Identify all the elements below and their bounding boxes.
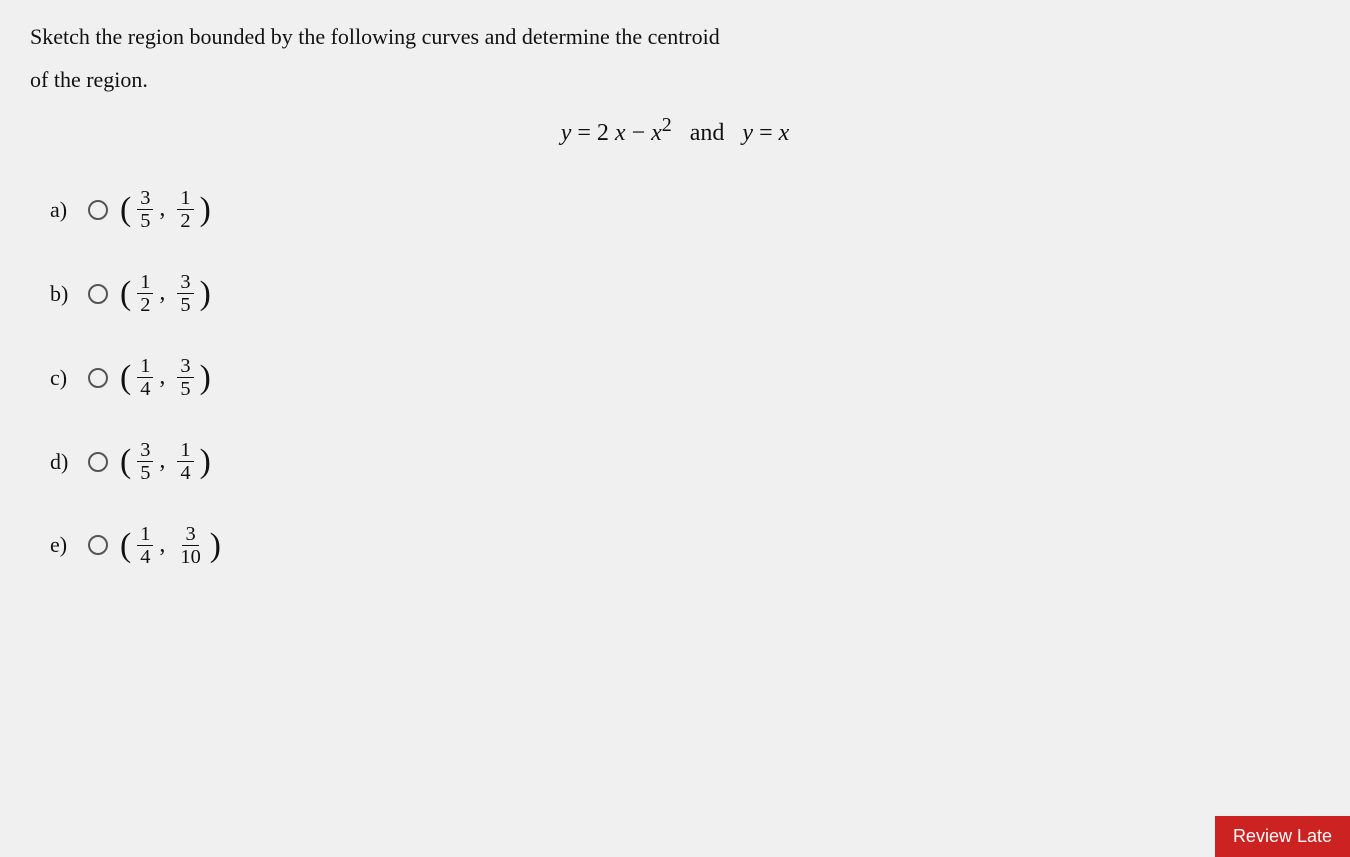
option-a: a) ( 3 5 , 1 2 )	[50, 187, 1320, 233]
option-e: e) ( 1 4 , 3 10 )	[50, 523, 1320, 569]
equation-display: y = 2 x − x2 and y = x	[30, 114, 1320, 147]
question-line2: of the region.	[30, 63, 1320, 96]
option-a-label: a)	[50, 197, 78, 223]
option-a-math: ( 3 5 , 1 2 )	[120, 187, 211, 233]
option-e-radio[interactable]	[88, 535, 108, 555]
option-b-math: ( 1 2 , 3 5 )	[120, 271, 211, 317]
option-d: d) ( 3 5 , 1 4 )	[50, 439, 1320, 485]
option-b-radio[interactable]	[88, 284, 108, 304]
option-d-math: ( 3 5 , 1 4 )	[120, 439, 211, 485]
option-c: c) ( 1 4 , 3 5 )	[50, 355, 1320, 401]
option-a-radio[interactable]	[88, 200, 108, 220]
main-content: Sketch the region bounded by the followi…	[0, 0, 1350, 857]
review-late-button[interactable]: Review Late	[1215, 816, 1350, 857]
option-d-label: d)	[50, 449, 78, 475]
option-c-label: c)	[50, 365, 78, 391]
option-b: b) ( 1 2 , 3 5 )	[50, 271, 1320, 317]
option-c-math: ( 1 4 , 3 5 )	[120, 355, 211, 401]
option-d-radio[interactable]	[88, 452, 108, 472]
options-list: a) ( 3 5 , 1 2 ) b) (	[50, 187, 1320, 568]
option-e-math: ( 1 4 , 3 10 )	[120, 523, 221, 569]
option-b-label: b)	[50, 281, 78, 307]
option-c-radio[interactable]	[88, 368, 108, 388]
question-line1: Sketch the region bounded by the followi…	[30, 20, 1320, 53]
option-e-label: e)	[50, 532, 78, 558]
